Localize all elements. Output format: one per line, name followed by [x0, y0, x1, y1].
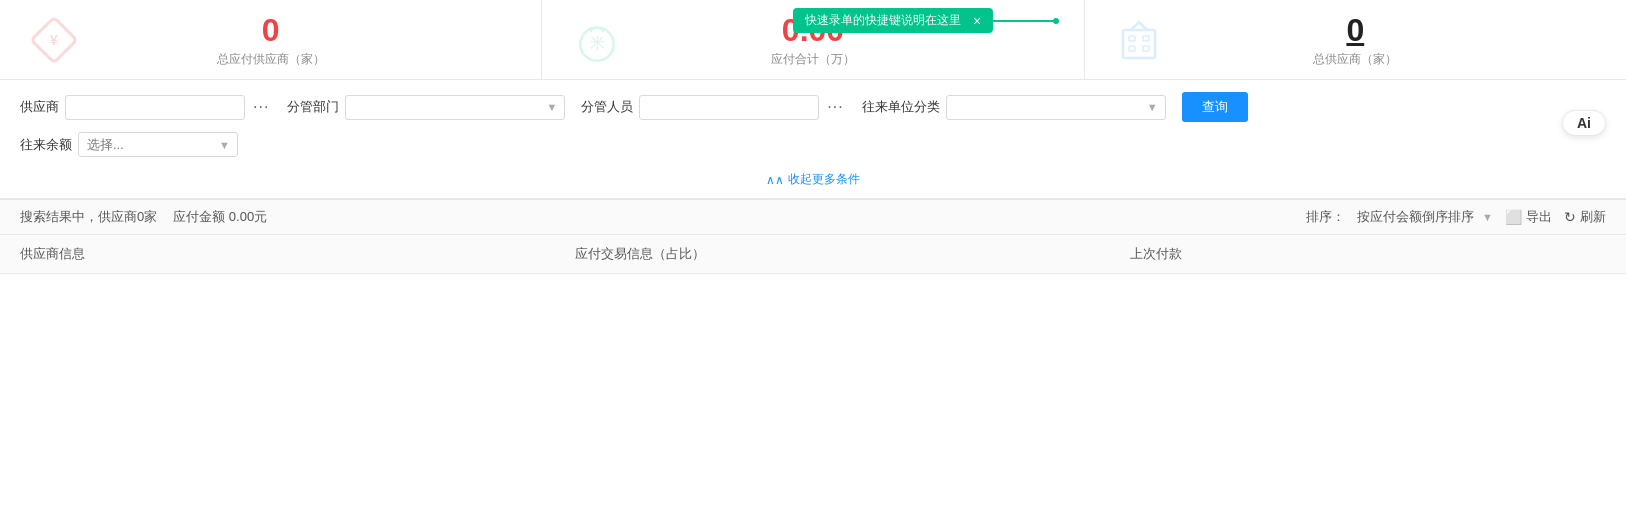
result-actions: 排序： 按应付会额倒序排序 ▼ ⬜ 导出 ↻ 刷新: [1306, 208, 1606, 226]
manager-label: 分管人员: [581, 98, 633, 116]
sort-chevron-icon: ▼: [1482, 211, 1493, 223]
manager-more-button[interactable]: ···: [825, 98, 845, 116]
stat-label-payable-total: 应付合计（万）: [771, 51, 855, 68]
svg-rect-4: [1123, 30, 1155, 58]
manager-input[interactable]: [639, 95, 819, 120]
result-summary: 搜索结果中，供应商0家 应付金额 0.00元: [20, 208, 267, 226]
stat-label-payable-suppliers: 总应付供应商（家）: [217, 51, 325, 68]
svg-rect-8: [1143, 46, 1149, 51]
export-button[interactable]: ⬜ 导出: [1505, 208, 1552, 226]
collapse-button[interactable]: ∧∧ 收起更多条件: [766, 171, 860, 188]
stat-total-suppliers: 0 总供应商（家）: [1085, 0, 1626, 79]
stat-payable-total: 米 0.00 应付合计（万） 快速录单的快捷键说明在这里 ×: [542, 0, 1084, 79]
diamond-icon: ¥: [30, 16, 78, 64]
ai-badge[interactable]: Ai: [1562, 110, 1606, 136]
supplier-label: 供应商: [20, 98, 59, 116]
sort-label: 排序：: [1306, 208, 1345, 226]
collapse-label: 收起更多条件: [788, 171, 860, 188]
stat-total-payable-suppliers: ¥ 0 总应付供应商（家）: [0, 0, 542, 79]
svg-rect-7: [1129, 46, 1135, 51]
balance-input[interactable]: [78, 132, 238, 157]
svg-text:¥: ¥: [50, 32, 58, 48]
table-header: 供应商信息 应付交易信息（占比） 上次付款: [0, 235, 1626, 274]
col-header-supplier: 供应商信息: [20, 245, 575, 263]
col-header-last-payment: 上次付款: [1130, 245, 1606, 263]
department-input[interactable]: [345, 95, 565, 120]
svg-text:米: 米: [590, 34, 605, 51]
shortcut-tooltip: 快速录单的快捷键说明在这里 ×: [793, 8, 993, 33]
stat-number-payable-suppliers: 0: [217, 11, 325, 49]
filter-row-2: 往来余额 ▼: [20, 132, 1606, 157]
filter-bar: 供应商 ··· 分管部门 ▼ 分管人员 ··· 往来单位分类 ▼: [0, 80, 1626, 199]
col-header-transaction: 应付交易信息（占比）: [575, 245, 1130, 263]
department-select-wrapper: ▼: [345, 95, 565, 120]
tooltip-dot: [1051, 16, 1061, 26]
table-body: [0, 274, 1626, 515]
result-supplier-count: 搜索结果中，供应商0家: [20, 208, 157, 226]
query-button[interactable]: 查询: [1182, 92, 1248, 122]
svg-rect-5: [1129, 36, 1135, 41]
balance-select-wrapper: ▼: [78, 132, 238, 157]
stat-number-total-suppliers: 0: [1313, 11, 1397, 49]
filter-unit-category: 往来单位分类 ▼: [862, 95, 1166, 120]
collapse-row: ∧∧ 收起更多条件: [20, 165, 1606, 198]
unit-category-select-wrapper: ▼: [946, 95, 1166, 120]
refresh-icon: ↻: [1564, 209, 1576, 225]
filter-manager: 分管人员 ···: [581, 95, 845, 120]
unit-category-input[interactable]: [946, 95, 1166, 120]
refresh-button[interactable]: ↻ 刷新: [1564, 208, 1606, 226]
export-label: 导出: [1526, 208, 1552, 226]
money-bag-icon: 米: [572, 15, 622, 65]
sort-value: 按应付会额倒序排序: [1357, 208, 1474, 226]
supplier-more-button[interactable]: ···: [251, 98, 271, 116]
filter-supplier: 供应商 ···: [20, 95, 271, 120]
supplier-input[interactable]: [65, 95, 245, 120]
collapse-up-icon: ∧∧: [766, 173, 784, 187]
balance-label: 往来余额: [20, 136, 72, 154]
department-label: 分管部门: [287, 98, 339, 116]
unit-category-label: 往来单位分类: [862, 98, 940, 116]
filter-department: 分管部门 ▼: [287, 95, 565, 120]
filter-row-1: 供应商 ··· 分管部门 ▼ 分管人员 ··· 往来单位分类 ▼: [20, 92, 1606, 122]
refresh-label: 刷新: [1580, 208, 1606, 226]
stat-label-total-suppliers: 总供应商（家）: [1313, 51, 1397, 68]
table-container: 供应商信息 应付交易信息（占比） 上次付款: [0, 235, 1626, 515]
export-icon: ⬜: [1505, 209, 1522, 225]
filter-balance: 往来余额 ▼: [20, 132, 238, 157]
building-icon: [1115, 16, 1163, 64]
svg-rect-6: [1143, 36, 1149, 41]
tooltip-text: 快速录单的快捷键说明在这里: [805, 12, 961, 29]
tooltip-close-button[interactable]: ×: [973, 13, 981, 29]
sort-select[interactable]: 按应付会额倒序排序 ▼: [1357, 208, 1493, 226]
result-amount: 应付金额 0.00元: [173, 208, 267, 226]
stats-bar: ¥ 0 总应付供应商（家） 米 0.00 应付合计（万） 快速录单的快捷键说明在…: [0, 0, 1626, 80]
result-bar: 搜索结果中，供应商0家 应付金额 0.00元 排序： 按应付会额倒序排序 ▼ ⬜…: [0, 200, 1626, 235]
